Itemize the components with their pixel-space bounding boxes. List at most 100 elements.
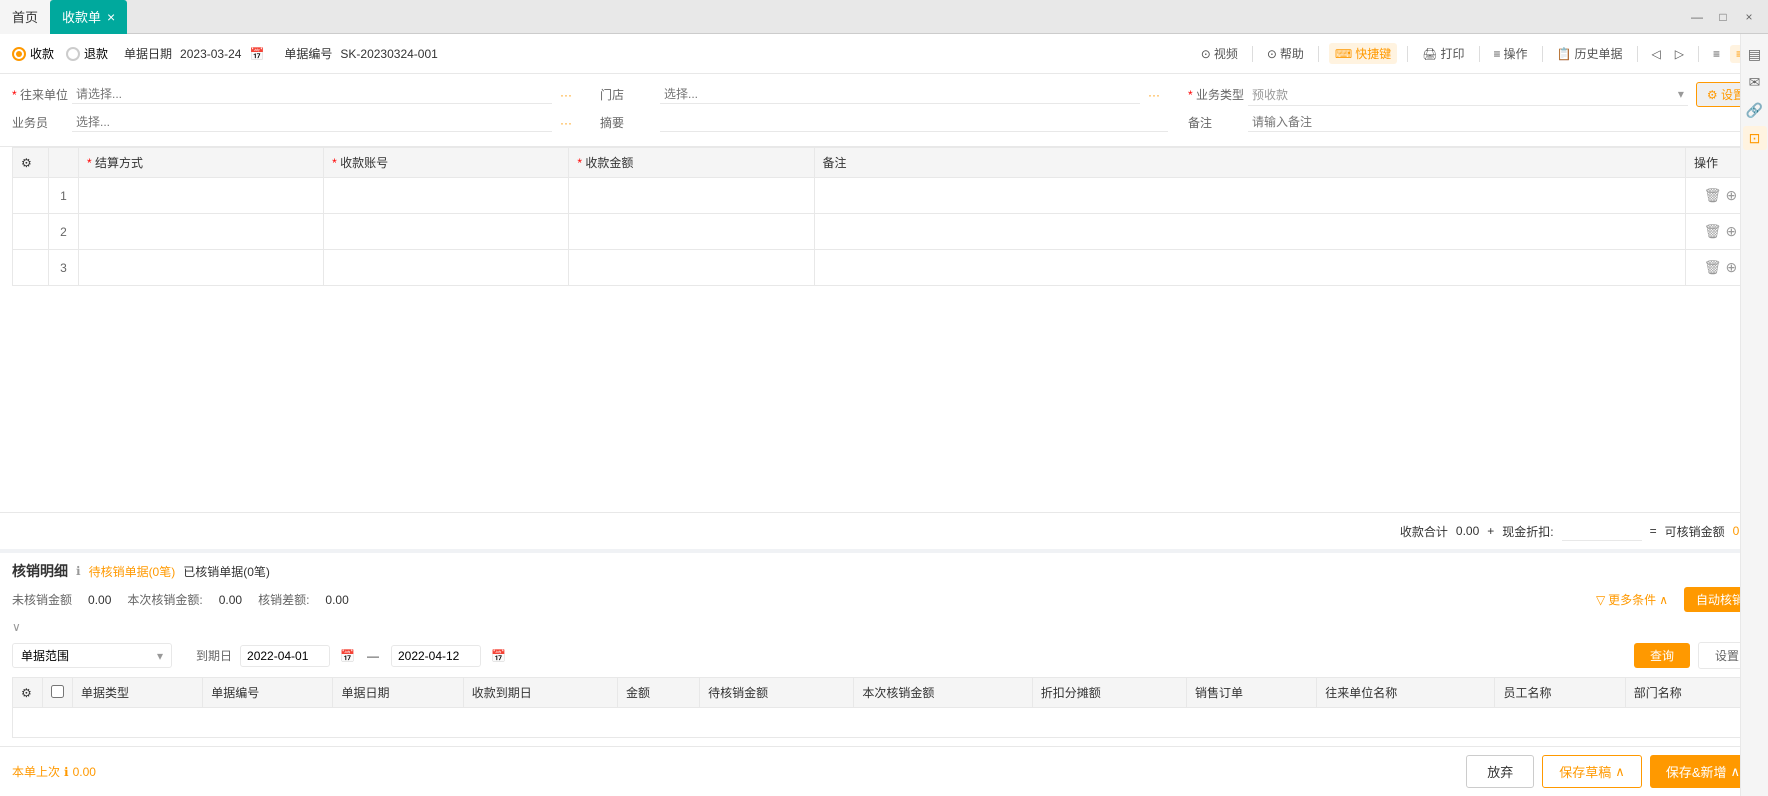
tab-close-icon[interactable]: × (107, 9, 115, 25)
amount-cell[interactable] (569, 214, 814, 250)
save-draft-button[interactable]: 保存草稿 ∧ (1542, 755, 1642, 788)
sidebar-icon-link[interactable]: 🔗 (1743, 98, 1767, 122)
copy-row-button[interactable]: ⊕ (1726, 187, 1738, 204)
layout1-button[interactable]: ≡ (1709, 45, 1724, 63)
query-button[interactable]: 查询 (1634, 643, 1690, 668)
note-cell[interactable] (814, 214, 1686, 250)
doc-range-chevron-icon: ▾ (157, 649, 163, 663)
chevron-up-icon: ∧ (1659, 593, 1668, 607)
delete-row-button[interactable]: 🗑 (1704, 187, 1722, 204)
amount-cell[interactable] (569, 250, 814, 286)
radio-refund-label: 退款 (84, 45, 108, 62)
delete-row-button[interactable]: 🗑 (1704, 223, 1722, 240)
divider4 (1479, 46, 1480, 62)
settings-icon: ⚙ (1707, 88, 1718, 102)
pending-tab[interactable]: 待核销单据(0笔) (89, 563, 176, 580)
partner-input[interactable] (72, 85, 552, 104)
minimize-button[interactable]: — (1688, 8, 1706, 26)
operation-icon: ≡ (1494, 47, 1501, 61)
due-date-to-input[interactable] (391, 645, 481, 667)
dept-name-header: 部门名称 (1625, 678, 1755, 708)
copy-row-button[interactable]: ⊕ (1726, 223, 1738, 240)
calendar-from-icon[interactable]: 📅 (340, 649, 355, 663)
radio-refund[interactable]: 退款 (66, 45, 108, 62)
account-cell[interactable] (324, 214, 569, 250)
gear-header[interactable]: ⚙ (13, 148, 49, 178)
shortcut-button[interactable]: ⌨ 快捷键 (1329, 43, 1397, 64)
shortcut-label: 快捷键 (1355, 45, 1391, 62)
nav-next-button[interactable]: ▷ (1671, 45, 1688, 63)
biz-type-label: 业务类型 (1188, 86, 1248, 103)
calendar-icon[interactable]: 📅 (249, 47, 264, 61)
tab-receipt[interactable]: 收款单 × (50, 0, 127, 34)
operation-button[interactable]: ≡ 操作 (1490, 43, 1532, 64)
divider3 (1407, 46, 1408, 62)
discount-input[interactable] (1562, 521, 1642, 541)
note-field: 备注 (1188, 113, 1756, 132)
doc-no-label: 单据编号 (284, 45, 332, 62)
delete-row-button[interactable]: 🗑 (1704, 259, 1722, 276)
history-icon: 📋 (1557, 47, 1572, 61)
divider2 (1318, 46, 1319, 62)
radio-receipt[interactable]: 收款 (12, 45, 54, 62)
divider7 (1698, 46, 1699, 62)
store-input[interactable] (660, 85, 1140, 104)
more-conditions-button[interactable]: ▽ 更多条件 ∧ (1596, 591, 1668, 608)
checkbox-col-header[interactable] (43, 678, 73, 708)
staff-input[interactable] (72, 113, 552, 132)
table-row: 2 🗑 ⊕ (13, 214, 1756, 250)
store-more-icon[interactable]: ··· (1148, 88, 1160, 102)
summary-input[interactable] (660, 113, 1168, 132)
sidebar-icon-mail[interactable]: ✉ (1743, 70, 1767, 94)
calendar-to-icon[interactable]: 📅 (491, 649, 506, 663)
done-tab[interactable]: 已核销单据(0笔) (183, 563, 270, 580)
main-container: 收款 退款 单据日期 2023-03-24 📅 单据编号 SK-20230324… (0, 34, 1768, 796)
equals-sign: = (1650, 524, 1657, 538)
amount-cell[interactable] (569, 178, 814, 214)
discard-button[interactable]: 放弃 (1466, 755, 1534, 788)
window-close-button[interactable]: × (1740, 8, 1758, 26)
note-label: 备注 (1188, 114, 1248, 131)
nav-prev-button[interactable]: ◁ (1648, 45, 1665, 63)
video-button[interactable]: ⊙ 视频 (1197, 43, 1242, 64)
select-all-checkbox[interactable] (51, 685, 64, 698)
divider5 (1542, 46, 1543, 62)
settlement-cell[interactable] (79, 250, 324, 286)
sidebar-icon-table[interactable]: ▤ (1743, 42, 1767, 66)
this-verify-value: 0.00 (219, 593, 242, 607)
biz-type-select[interactable]: 预收款 ▾ (1248, 84, 1688, 106)
sidebar-icon-expand[interactable]: ⊡ (1743, 126, 1767, 150)
note-cell[interactable] (814, 178, 1686, 214)
partner-name-header: 往来单位名称 (1317, 678, 1495, 708)
summary-field: 摘要 (600, 113, 1168, 132)
row-num-cell: 1 (49, 178, 79, 214)
type-radio-group: 收款 退款 (12, 45, 108, 62)
account-cell[interactable] (324, 178, 569, 214)
history-button[interactable]: 📋 历史单据 (1553, 43, 1627, 64)
settlement-cell[interactable] (79, 214, 324, 250)
info-value: 0.00 (73, 765, 96, 779)
help-button[interactable]: ⊙ 帮助 (1263, 43, 1308, 64)
doc-range-select[interactable]: 单据范围 ▾ (12, 643, 172, 668)
tab-home[interactable]: 首页 (0, 0, 50, 34)
maximize-button[interactable]: □ (1714, 8, 1732, 26)
store-field: 门店 ··· (600, 85, 1168, 104)
bottom-actions: 放弃 保存草稿 ∧ 保存&新增 ∧ (1466, 755, 1756, 788)
plus-sign: + (1487, 524, 1494, 538)
account-cell[interactable] (324, 250, 569, 286)
due-date-from-input[interactable] (240, 645, 330, 667)
note-cell[interactable] (814, 250, 1686, 286)
doc-range-label: 单据范围 (21, 647, 69, 664)
account-header: * 收款账号 (324, 148, 569, 178)
partner-more-icon[interactable]: ··· (560, 88, 572, 102)
gear-col-header[interactable]: ⚙ (13, 678, 43, 708)
note-input[interactable] (1248, 113, 1756, 132)
settlement-cell[interactable] (79, 178, 324, 214)
verify-info-icon[interactable]: ℹ (76, 564, 81, 578)
print-button[interactable]: 🖨 打印 (1418, 43, 1468, 64)
staff-more-icon[interactable]: ··· (560, 116, 572, 130)
radio-refund-dot (66, 47, 80, 61)
copy-row-button[interactable]: ⊕ (1726, 259, 1738, 276)
pending-amount-header: 待核销金额 (700, 678, 854, 708)
toolbar-right: ⊙ 视频 ⊙ 帮助 ⌨ 快捷键 🖨 打印 ≡ 操作 (1197, 43, 1756, 64)
